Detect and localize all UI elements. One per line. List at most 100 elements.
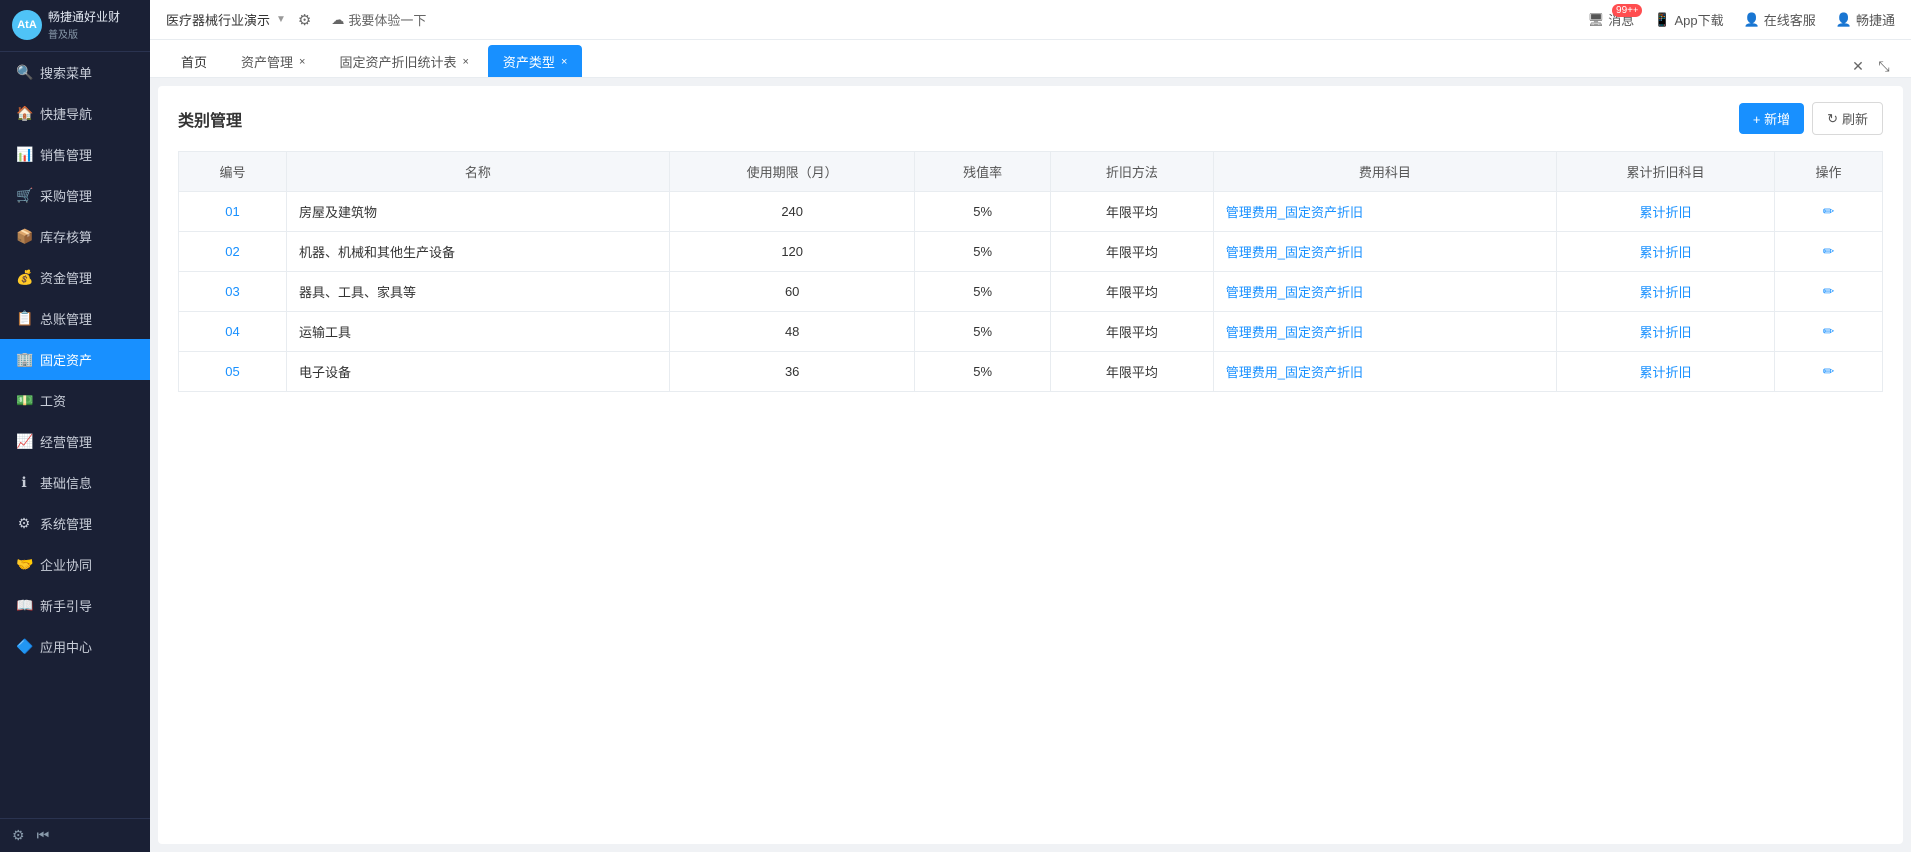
sidebar-label-7: 固定资产 [40, 350, 92, 369]
sidebar-label-13: 新手引导 [40, 596, 92, 615]
table-row: 02 机器、机械和其他生产设备 120 5% 年限平均 管理费用_固定资产折旧 … [179, 232, 1883, 272]
tab-home[interactable]: 首页 [166, 45, 222, 77]
sidebar-item-12[interactable]: 🤝 企业协同 [0, 544, 150, 585]
sidebar: AtA 畅捷通好业财 普及版 🔍 搜索菜单 🏠 快捷导航 📊 销售管理 🛒 采购… [0, 0, 150, 852]
tab-depreciation-report-label: 固定资产折旧统计表 [339, 52, 456, 71]
table-row: 04 运输工具 48 5% 年限平均 管理费用_固定资产折旧 累计折旧 ✏ [179, 312, 1883, 352]
cell-action-0[interactable]: ✏ [1775, 192, 1883, 232]
sidebar-label-5: 资金管理 [40, 268, 92, 287]
sidebar-icon-4: 📦 [16, 228, 32, 245]
edit-icon-0[interactable]: ✏ [1823, 203, 1835, 219]
col-name: 名称 [286, 152, 669, 192]
cell-expense-0: 管理费用_固定资产折旧 [1213, 192, 1556, 232]
user-name: 畅捷通 [1856, 10, 1895, 29]
app-download-btn[interactable]: 📱 App下载 [1654, 10, 1723, 29]
cell-expense-3: 管理费用_固定资产折旧 [1213, 312, 1556, 352]
page-header: 类别管理 + 新增 ↻ 刷新 [178, 102, 1883, 135]
topbar: 医疗器械行业演示 ▼ ⚙ ☁ 我要体验一下 🖥 消息 99++ 📱 App下载 … [150, 0, 1911, 40]
cell-method-4: 年限平均 [1050, 352, 1213, 392]
sidebar-item-14[interactable]: 🔷 应用中心 [0, 626, 150, 667]
online-service-btn[interactable]: 👤 在线客服 [1744, 10, 1816, 29]
sidebar-label-3: 采购管理 [40, 186, 92, 205]
online-service-label: 在线客服 [1764, 10, 1816, 29]
sidebar-item-2[interactable]: 📊 销售管理 [0, 134, 150, 175]
experience-btn[interactable]: ☁ 我要体验一下 [331, 10, 426, 29]
company-name: 医疗器械行业演示 [166, 10, 270, 29]
tab-asset-type-close[interactable]: × [561, 56, 567, 68]
cell-accu-0: 累计折旧 [1557, 192, 1775, 232]
company-dropdown-arrow: ▼ [276, 14, 286, 25]
sidebar-item-4[interactable]: 📦 库存核算 [0, 216, 150, 257]
sidebar-item-11[interactable]: ⚙ 系统管理 [0, 503, 150, 544]
edit-icon-1[interactable]: ✏ [1823, 243, 1835, 259]
tab-asset-management[interactable]: 资产管理 × [226, 45, 320, 77]
app-download-label: App下载 [1674, 10, 1723, 29]
cell-period-3: 48 [669, 312, 914, 352]
sidebar-nav: 🔍 搜索菜单 🏠 快捷导航 📊 销售管理 🛒 采购管理 📦 库存核算 💰 资金管… [0, 52, 150, 818]
cell-code-3: 04 [179, 312, 287, 352]
topbar-settings-icon[interactable]: ⚙ [298, 11, 311, 29]
sidebar-item-3[interactable]: 🛒 采购管理 [0, 175, 150, 216]
sidebar-label-14: 应用中心 [40, 637, 92, 656]
cell-name-2: 器具、工具、家具等 [286, 272, 669, 312]
cell-accu-2: 累计折旧 [1557, 272, 1775, 312]
table-row: 01 房屋及建筑物 240 5% 年限平均 管理费用_固定资产折旧 累计折旧 ✏ [179, 192, 1883, 232]
tab-depreciation-report[interactable]: 固定资产折旧统计表 × [324, 45, 483, 77]
collapse-icon[interactable]: ⏮ [37, 827, 50, 844]
cell-method-2: 年限平均 [1050, 272, 1213, 312]
edit-icon-4[interactable]: ✏ [1823, 363, 1835, 379]
sidebar-item-6[interactable]: 📋 总账管理 [0, 298, 150, 339]
main-content: 医疗器械行业演示 ▼ ⚙ ☁ 我要体验一下 🖥 消息 99++ 📱 App下载 … [150, 0, 1911, 852]
sidebar-icon-8: 💵 [16, 392, 32, 409]
sidebar-icon-3: 🛒 [16, 187, 32, 204]
sidebar-icon-14: 🔷 [16, 638, 32, 655]
company-selector[interactable]: 医疗器械行业演示 ▼ [166, 10, 286, 29]
cell-accu-4: 累计折旧 [1557, 352, 1775, 392]
cell-name-3: 运输工具 [286, 312, 669, 352]
tab-asset-management-close[interactable]: × [299, 56, 305, 68]
cell-rate-2: 5% [915, 272, 1050, 312]
messages-btn[interactable]: 🖥 消息 99++ [1588, 10, 1635, 29]
sidebar-icon-5: 💰 [16, 269, 32, 286]
sidebar-item-8[interactable]: 💵 工资 [0, 380, 150, 421]
cell-action-3[interactable]: ✏ [1775, 312, 1883, 352]
messages-badge: 99++ [1612, 4, 1642, 17]
cell-rate-3: 5% [915, 312, 1050, 352]
sidebar-item-13[interactable]: 📖 新手引导 [0, 585, 150, 626]
col-actions: 操作 [1775, 152, 1883, 192]
tab-close-window[interactable]: ✕ [1847, 55, 1869, 77]
cell-action-1[interactable]: ✏ [1775, 232, 1883, 272]
cell-expense-4: 管理费用_固定资产折旧 [1213, 352, 1556, 392]
sidebar-label-0: 搜索菜单 [40, 63, 92, 82]
tab-expand-window[interactable]: ⤡ [1873, 55, 1895, 77]
refresh-button[interactable]: ↻ 刷新 [1812, 102, 1883, 135]
sidebar-item-9[interactable]: 📈 经营管理 [0, 421, 150, 462]
sidebar-item-0[interactable]: 🔍 搜索菜单 [0, 52, 150, 93]
sidebar-item-1[interactable]: 🏠 快捷导航 [0, 93, 150, 134]
user-menu-btn[interactable]: 👤 畅捷通 [1836, 10, 1895, 29]
col-method: 折旧方法 [1050, 152, 1213, 192]
cell-method-0: 年限平均 [1050, 192, 1213, 232]
cloud-icon: ☁ [331, 12, 344, 28]
tab-asset-type[interactable]: 资产类型 × [488, 45, 582, 77]
edit-icon-3[interactable]: ✏ [1823, 323, 1835, 339]
sidebar-item-7[interactable]: 🏢 固定资产 [0, 339, 150, 380]
cell-accu-3: 累计折旧 [1557, 312, 1775, 352]
edit-icon-2[interactable]: ✏ [1823, 283, 1835, 299]
cell-period-4: 36 [669, 352, 914, 392]
tab-depreciation-report-close[interactable]: × [462, 56, 468, 68]
sidebar-icon-1: 🏠 [16, 105, 32, 122]
cell-code-0: 01 [179, 192, 287, 232]
sidebar-item-5[interactable]: 💰 资金管理 [0, 257, 150, 298]
user-icon: 👤 [1836, 12, 1852, 28]
sidebar-label-2: 销售管理 [40, 145, 92, 164]
cell-action-4[interactable]: ✏ [1775, 352, 1883, 392]
logo-edition: 普及版 [48, 26, 120, 41]
cell-action-2[interactable]: ✏ [1775, 272, 1883, 312]
cell-code-4: 05 [179, 352, 287, 392]
sidebar-item-10[interactable]: ℹ 基础信息 [0, 462, 150, 503]
sidebar-icon-0: 🔍 [16, 64, 32, 81]
cell-period-0: 240 [669, 192, 914, 232]
settings-footer-icon[interactable]: ⚙ [12, 827, 25, 844]
new-button[interactable]: + 新增 [1739, 103, 1804, 134]
